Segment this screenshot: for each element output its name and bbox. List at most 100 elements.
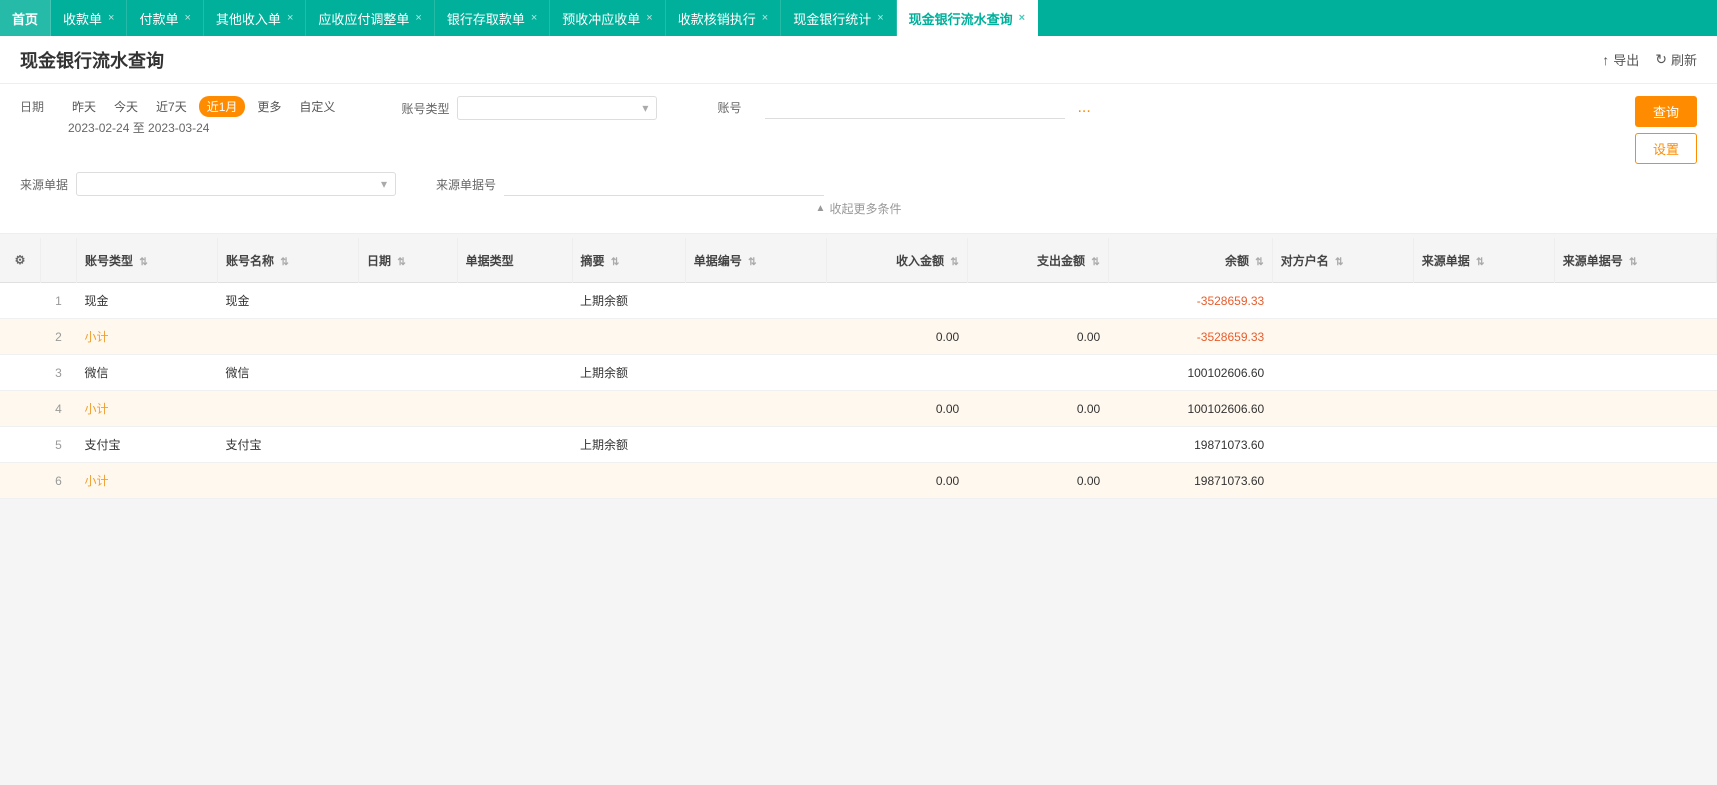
sort-source-doc-icon[interactable]: ⇅ — [1476, 257, 1484, 268]
cell-account-type: 小计 — [77, 319, 218, 355]
cell-counterparty — [1272, 283, 1413, 319]
page-header: 现金银行流水查询 ↑ 导出 ↻ 刷新 — [0, 36, 1717, 84]
cell-source-doc-no — [1554, 427, 1716, 463]
refresh-button[interactable]: ↻ 刷新 — [1655, 50, 1697, 69]
close-payment-icon[interactable]: × — [184, 12, 190, 24]
sort-account-type-icon[interactable]: ⇅ — [139, 257, 147, 268]
cell-account-name: 支付宝 — [218, 427, 359, 463]
account-no-dots-button[interactable]: ... — [1073, 99, 1094, 117]
cell-doc-no — [685, 283, 826, 319]
action-buttons: 查询 设置 — [1635, 96, 1697, 164]
close-prepay-icon[interactable]: × — [646, 12, 652, 24]
nav-cash-bank-stat[interactable]: 现金银行统计 × — [781, 0, 896, 36]
sort-date-icon[interactable]: ⇅ — [397, 257, 405, 268]
sort-account-name-icon[interactable]: ⇅ — [280, 257, 288, 268]
page-title: 现金银行流水查询 — [20, 47, 164, 73]
nav-cash-bank-flow[interactable]: 现金银行流水查询 × — [897, 0, 1038, 36]
cell-gear — [0, 283, 41, 319]
col-doc-no: 单据编号 ⇅ — [685, 238, 826, 283]
cell-counterparty — [1272, 427, 1413, 463]
nav-prepay-offset[interactable]: 预收冲应收单 × — [550, 0, 665, 36]
query-button[interactable]: 查询 — [1635, 96, 1697, 127]
close-collection-icon[interactable]: × — [762, 12, 768, 24]
cell-source-doc-no — [1554, 463, 1716, 499]
cell-account-name: 微信 — [218, 355, 359, 391]
cell-doc-no — [685, 427, 826, 463]
date-last7[interactable]: 近7天 — [150, 96, 193, 117]
cell-summary — [572, 463, 685, 499]
col-doc-type: 单据类型 — [457, 238, 572, 283]
cell-date — [359, 319, 458, 355]
sort-source-doc-no-icon[interactable]: ⇅ — [1629, 257, 1637, 268]
nav-payment[interactable]: 付款单 × — [127, 0, 203, 36]
date-shortcuts: 昨天 今天 近7天 近1月 更多 自定义 — [66, 96, 341, 117]
cell-doc-no — [685, 391, 826, 427]
close-stat-icon[interactable]: × — [877, 12, 883, 24]
cell-rownum: 3 — [41, 355, 77, 391]
cell-account-name — [218, 463, 359, 499]
date-last1m[interactable]: 近1月 — [199, 96, 246, 117]
cell-account-type: 现金 — [77, 283, 218, 319]
collapse-label: 收起更多条件 — [829, 200, 901, 217]
nav-ap-ar-adjust[interactable]: 应收应付调整单 × — [306, 0, 434, 36]
nav-collection-exec[interactable]: 收款核销执行 × — [666, 0, 781, 36]
table-body: 1 现金 现金 上期余额 -3528659.33 2 小计 0.00 0.00 … — [0, 283, 1717, 499]
cell-summary: 上期余额 — [572, 427, 685, 463]
date-yesterday[interactable]: 昨天 — [66, 96, 102, 117]
refresh-icon: ↻ — [1655, 51, 1667, 68]
cell-income: 0.00 — [826, 391, 967, 427]
col-counterparty: 对方户名 ⇅ — [1272, 238, 1413, 283]
date-custom[interactable]: 自定义 — [293, 96, 341, 117]
source-doc-label: 来源单据 — [20, 176, 68, 193]
cell-rownum: 4 — [41, 391, 77, 427]
close-ap-ar-icon[interactable]: × — [415, 12, 421, 24]
cell-gear — [0, 427, 41, 463]
close-other-income-icon[interactable]: × — [287, 12, 293, 24]
cell-account-name: 现金 — [218, 283, 359, 319]
export-icon: ↑ — [1602, 52, 1609, 68]
cell-rownum: 1 — [41, 283, 77, 319]
close-receipt-icon[interactable]: × — [108, 12, 114, 24]
sort-expense-icon[interactable]: ⇅ — [1091, 257, 1099, 268]
source-doc-chevron-icon: ▾ — [381, 177, 387, 191]
nav-bank-deposit[interactable]: 银行存取款单 × — [435, 0, 550, 36]
cell-expense: 0.00 — [967, 391, 1108, 427]
cell-doc-no — [685, 463, 826, 499]
cell-source-doc — [1413, 391, 1554, 427]
settings-button[interactable]: 设置 — [1635, 133, 1697, 164]
data-table-container: ⚙ 账号类型 ⇅ 账号名称 ⇅ 日期 ⇅ 单据类型 — [0, 238, 1717, 499]
account-type-select[interactable]: ▾ — [457, 96, 657, 120]
sort-summary-icon[interactable]: ⇅ — [611, 257, 619, 268]
cell-source-doc — [1413, 355, 1554, 391]
date-more[interactable]: 更多 — [251, 96, 287, 117]
export-button[interactable]: ↑ 导出 — [1602, 50, 1639, 69]
source-doc-select[interactable]: ▾ — [76, 172, 396, 196]
sort-income-icon[interactable]: ⇅ — [950, 257, 958, 268]
cell-doc-type — [457, 391, 572, 427]
col-account-name: 账号名称 ⇅ — [218, 238, 359, 283]
gear-settings-icon[interactable]: ⚙ — [8, 248, 32, 272]
col-summary: 摘要 ⇅ — [572, 238, 685, 283]
cell-balance: 100102606.60 — [1108, 391, 1272, 427]
nav-receipt[interactable]: 收款单 × — [51, 0, 127, 36]
close-flow-icon[interactable]: × — [1019, 12, 1025, 24]
sort-balance-icon[interactable]: ⇅ — [1255, 257, 1263, 268]
cell-account-type: 小计 — [77, 463, 218, 499]
col-gear: ⚙ — [0, 238, 41, 283]
nav-home[interactable]: 首页 — [0, 0, 51, 36]
cell-source-doc-no — [1554, 283, 1716, 319]
sort-doc-no-icon[interactable]: ⇅ — [748, 257, 756, 268]
account-no-group: 账号 ... — [717, 96, 1094, 119]
source-doc-no-input[interactable] — [504, 173, 824, 196]
sort-counterparty-icon[interactable]: ⇅ — [1335, 257, 1343, 268]
nav-other-income[interactable]: 其他收入单 × — [204, 0, 306, 36]
cell-counterparty — [1272, 463, 1413, 499]
account-type-chevron-icon: ▾ — [642, 101, 648, 115]
date-today[interactable]: 今天 — [108, 96, 144, 117]
account-no-input[interactable] — [765, 96, 1065, 119]
close-bank-deposit-icon[interactable]: × — [531, 12, 537, 24]
collapse-bar[interactable]: ▲ 收起更多条件 — [20, 196, 1697, 221]
cell-source-doc-no — [1554, 355, 1716, 391]
col-account-type: 账号类型 ⇅ — [77, 238, 218, 283]
cell-date — [359, 427, 458, 463]
